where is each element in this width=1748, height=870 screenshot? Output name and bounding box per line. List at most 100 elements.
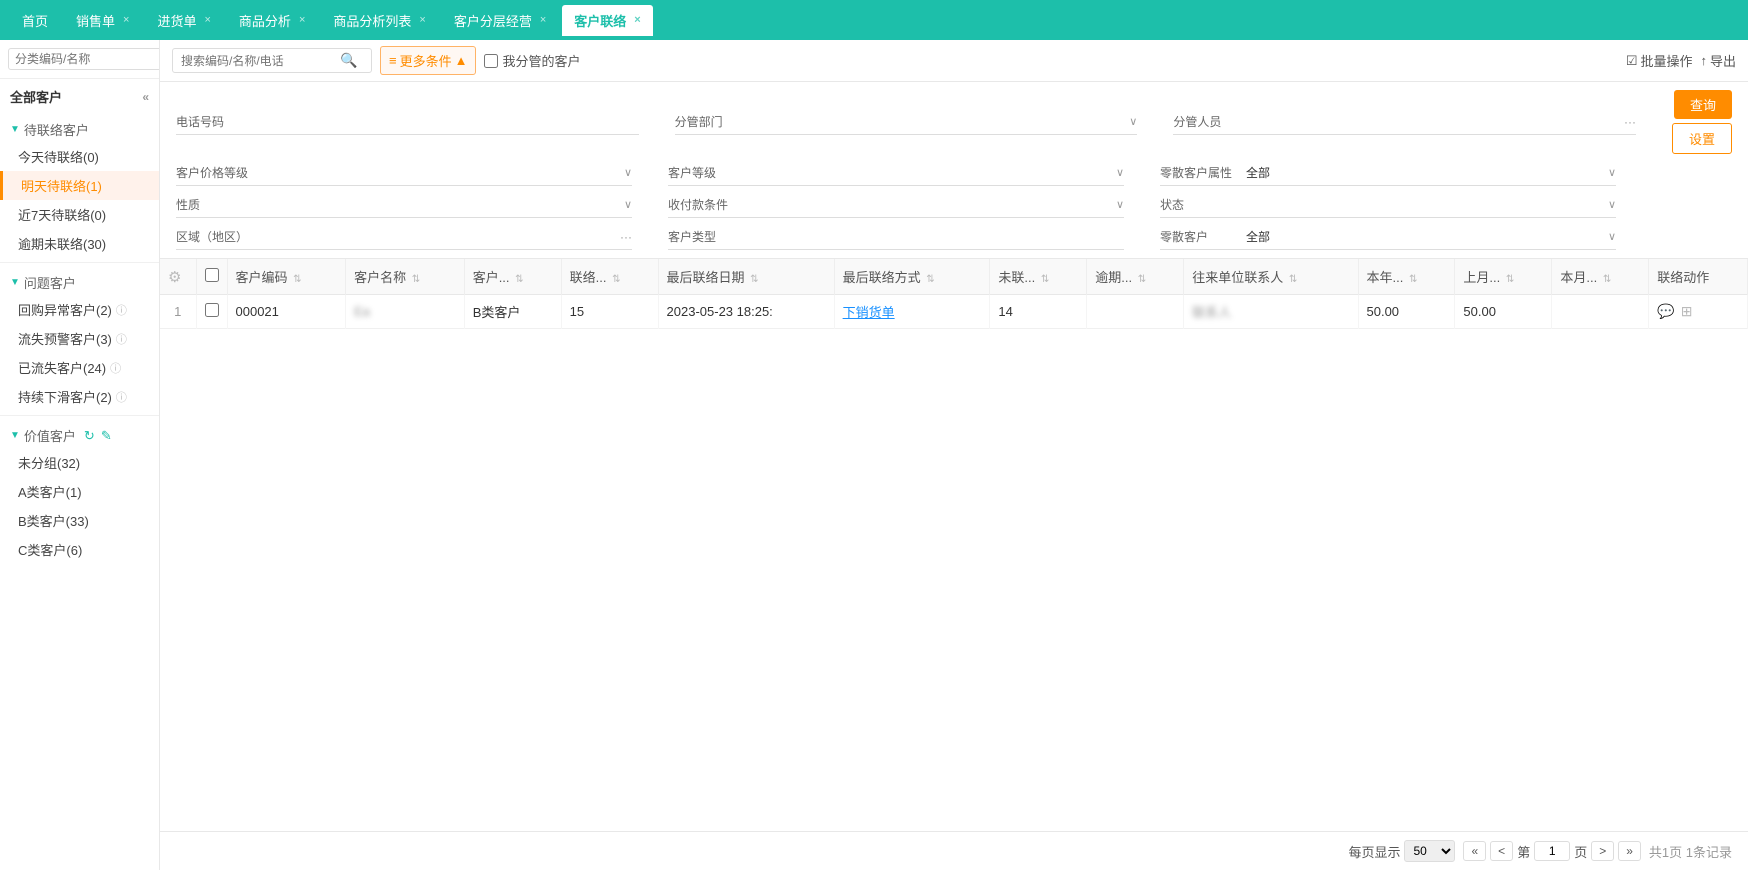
sort-icon: ⇅ (1041, 274, 1049, 285)
page-size-select[interactable]: 50 20 100 (1404, 840, 1455, 862)
manager-input[interactable] (1253, 115, 1620, 129)
sidebar-item-churned[interactable]: 已流失客户(24) ⓘ (0, 353, 159, 382)
select-all-checkbox[interactable] (205, 268, 219, 282)
batch-op-btn[interactable]: ☑ 批量操作 (1626, 51, 1693, 70)
next-page-btn[interactable]: > (1591, 841, 1614, 861)
sidebar-item-today-contact[interactable]: 今天待联络(0) (0, 142, 159, 171)
sidebar-item-ungrouped[interactable]: 未分组(32) (0, 448, 159, 477)
price-level-input[interactable] (256, 166, 620, 180)
nature-input[interactable] (256, 198, 620, 212)
page-size-control: 每页显示 50 20 100 (1348, 840, 1455, 862)
edit-icon[interactable]: ✎ (101, 428, 112, 444)
table-wrapper: ⚙ 客户编码 ⇅ 客户名称 ⇅ (160, 259, 1748, 831)
chevron-down-icon[interactable]: ∨ (624, 166, 632, 179)
cell-contact-count: 15 (561, 295, 658, 329)
nav-close-icon[interactable]: × (540, 14, 546, 26)
first-page-btn[interactable]: « (1463, 841, 1486, 861)
row-checkbox[interactable] (205, 303, 219, 317)
sort-icon: ⇅ (1409, 274, 1417, 285)
nav-purchase-order[interactable]: 进货单 × (145, 5, 222, 36)
sidebar-item-tomorrow-contact[interactable]: 明天待联络(1) (0, 171, 159, 200)
sidebar-group-problem[interactable]: ▼ 问题客户 (0, 267, 159, 295)
nav-product-analysis[interactable]: 商品分析 × (227, 5, 317, 36)
nav-close-icon[interactable]: × (634, 14, 640, 26)
more-conditions-btn[interactable]: ≡ 更多条件 ▲ (380, 46, 476, 75)
nav-close-icon[interactable]: × (123, 14, 129, 26)
row-check (196, 295, 227, 329)
chevron-down-icon[interactable]: ∨ (1116, 198, 1124, 211)
pagination: « < 第 页 > » (1463, 841, 1640, 861)
field-payment-terms: 收付款条件 ∨ (668, 192, 1124, 218)
sidebar-divider (0, 262, 159, 263)
sidebar-item-class-b[interactable]: B类客户(33) (0, 506, 159, 535)
chevron-down-icon[interactable]: ∨ (1608, 198, 1616, 211)
search-input[interactable] (181, 54, 336, 68)
nav-home[interactable]: 首页 (10, 5, 60, 36)
sort-icon: ⇅ (1289, 274, 1297, 285)
sidebar-group-pending[interactable]: ▼ 待联络客户 (0, 114, 159, 142)
sidebar-item-abnormal-repurchase[interactable]: 回购异常客户(2) ⓘ (0, 295, 159, 324)
total-records: 共1页 1条记录 (1649, 842, 1732, 861)
customer-type-input[interactable] (748, 230, 1124, 244)
nav-product-analysis-list[interactable]: 商品分析列表 × (321, 5, 437, 36)
nav-customer-contact[interactable]: 客户联络 × (562, 5, 652, 36)
customer-level-input[interactable] (748, 166, 1112, 180)
sidebar-all-customers[interactable]: 全部客户 « (0, 79, 159, 114)
action-icons: 💬 ⊞ (1657, 303, 1739, 320)
search-icon[interactable]: 🔍 (340, 52, 357, 69)
page-number-input[interactable] (1534, 841, 1570, 861)
sidebar-item-7day-contact[interactable]: 近7天待联络(0) (0, 200, 159, 229)
set-button[interactable]: 设置 (1672, 123, 1732, 154)
query-button[interactable]: 查询 (1674, 90, 1732, 119)
more-icon[interactable]: ··· (1624, 115, 1636, 129)
chevron-down-icon[interactable]: ∨ (1116, 166, 1124, 179)
field-status: 状态 ∨ (1160, 192, 1616, 218)
chevron-down-icon[interactable]: ∨ (1608, 166, 1616, 179)
filter-bar: 🔍 ≡ 更多条件 ▲ 我分管的客户 ☑ 批量操作 ↑ 导出 (160, 40, 1748, 82)
chevron-down-icon[interactable]: ∨ (624, 198, 632, 211)
my-customers-checkbox[interactable]: 我分管的客户 (484, 51, 580, 70)
last-page-btn[interactable]: » (1618, 841, 1641, 861)
dept-input[interactable] (755, 115, 1126, 129)
status-input[interactable] (1240, 198, 1604, 212)
region-input[interactable] (256, 230, 616, 244)
gear-icon[interactable]: ⚙ (168, 269, 181, 286)
customer-table: ⚙ 客户编码 ⇅ 客户名称 ⇅ (160, 259, 1748, 329)
more-action-icon[interactable]: ⊞ (1681, 303, 1693, 320)
sort-icon: ⇅ (750, 274, 758, 285)
nav-sales-order[interactable]: 销售单 × (64, 5, 141, 36)
contact-action-icon[interactable]: 💬 (1657, 303, 1674, 320)
nav-close-icon[interactable]: × (299, 14, 305, 26)
last-contact-way-link[interactable]: 下销货单 (843, 305, 895, 320)
sidebar-group-value[interactable]: ▼ 价值客户 ↻ ✎ (0, 420, 159, 448)
nav-close-icon[interactable]: × (419, 14, 425, 26)
field-customer-level: 客户等级 ∨ (668, 160, 1124, 186)
cell-this-month (1552, 295, 1649, 329)
sidebar-item-churn-warning[interactable]: 流失预警客户(3) ⓘ (0, 324, 159, 353)
sort-icon: ⇅ (1506, 274, 1514, 285)
col-gear[interactable]: ⚙ (160, 259, 196, 295)
sidebar-item-declining[interactable]: 持续下滑客户(2) ⓘ (0, 382, 159, 411)
payment-terms-input[interactable] (748, 198, 1112, 212)
phone-input[interactable] (256, 115, 639, 129)
refresh-icon[interactable]: ↻ (84, 428, 95, 444)
field-manager: 分管人员 ··· (1173, 109, 1636, 135)
sidebar-item-class-c[interactable]: C类客户(6) (0, 535, 159, 564)
my-customers-check-input[interactable] (484, 54, 498, 68)
chevron-down-icon[interactable]: ∨ (1129, 115, 1137, 128)
advanced-filter: 电话号码 分管部门 ∨ 分管人员 ··· 查询 设置 (160, 82, 1748, 259)
sidebar-item-overdue-contact[interactable]: 逾期未联络(30) (0, 229, 159, 258)
cell-last-month: 50.00 (1455, 295, 1552, 329)
chevron-down-icon[interactable]: ∨ (1608, 230, 1616, 243)
sidebar-item-class-a[interactable]: A类客户(1) (0, 477, 159, 506)
cell-company-contact: 联系人 (1184, 295, 1358, 329)
nav-customer-tiering[interactable]: 客户分层经营 × (442, 5, 558, 36)
export-btn[interactable]: ↑ 导出 (1700, 51, 1736, 70)
sidebar-search-input[interactable] (8, 48, 160, 70)
more-icon[interactable]: ··· (620, 230, 632, 244)
cell-name: Ea (346, 295, 465, 329)
search-wrap: 🔍 (172, 48, 372, 73)
nav-close-icon[interactable]: × (204, 14, 210, 26)
prev-page-btn[interactable]: < (1490, 841, 1513, 861)
col-actions: 联络动作 (1649, 259, 1748, 295)
